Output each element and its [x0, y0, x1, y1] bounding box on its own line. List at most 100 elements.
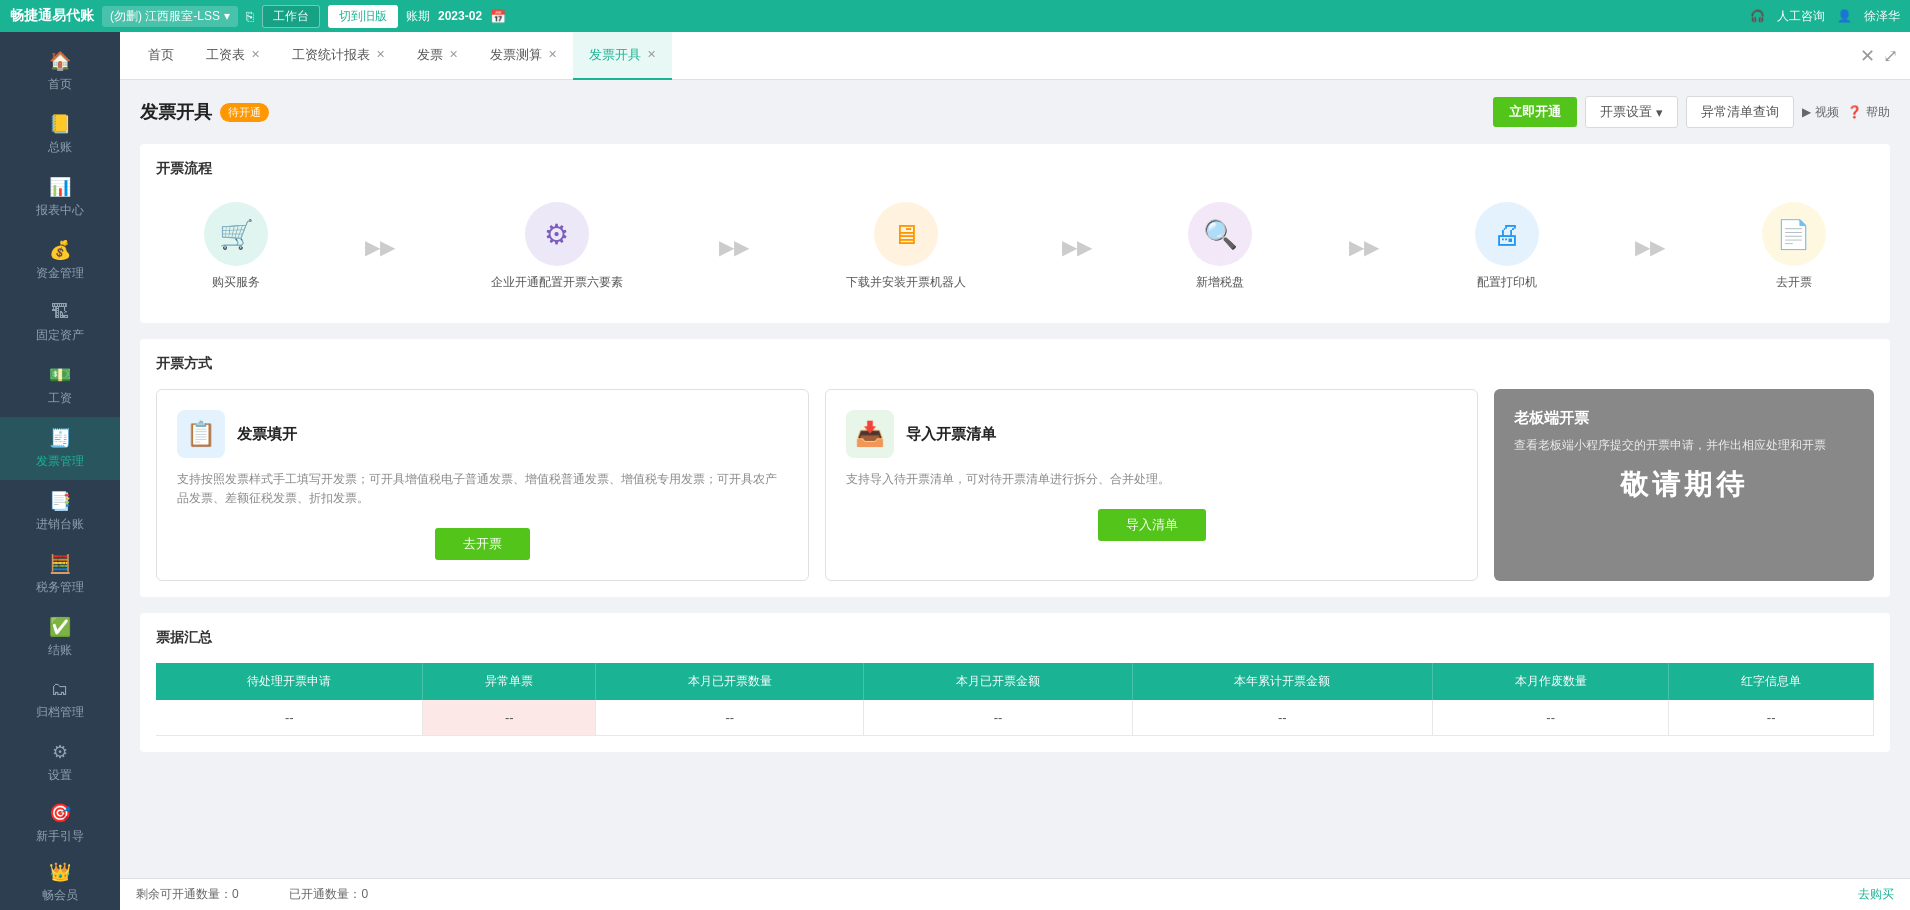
arrow4: ▶▶: [1349, 235, 1379, 259]
sidebar-item-newbie[interactable]: 🎯 新手引导: [0, 794, 120, 853]
sidebar-item-invoice-mgmt[interactable]: 🧾 发票管理: [0, 417, 120, 480]
process-step-config[interactable]: ⚙ 企业开通配置开票六要素: [491, 202, 623, 291]
tab-home-label: 首页: [148, 46, 174, 64]
col-red-info: 红字信息单: [1669, 663, 1874, 700]
sidebar-item-ledger[interactable]: 📒 总账: [0, 103, 120, 166]
sidebar-item-purchase[interactable]: 📑 进销台账: [0, 480, 120, 543]
col-year-amount: 本年累计开票金额: [1132, 663, 1432, 700]
top-bar-left: 畅捷通易代账 (勿删) 江西服室-LSS ▾ ⎘ 工作台 切到旧版 账期 202…: [10, 5, 506, 28]
method-card-old-terminal: 老板端开票 查看老板端小程序提交的开票申请，并作出相应处理和开票 敬请期待: [1494, 389, 1874, 581]
sidebar-item-tax[interactable]: 🧮 税务管理: [0, 543, 120, 606]
tab-restore-icon[interactable]: ⤢: [1883, 45, 1898, 67]
tab-salary[interactable]: 工资表 ✕: [190, 32, 276, 80]
page-title: 发票开具: [140, 100, 212, 124]
summary-table: 待处理开票申请 异常单票 本月已开票数量 本月已开票金额 本年累计开票金额 本月…: [156, 663, 1874, 736]
sidebar-item-salary[interactable]: 💵 工资: [0, 354, 120, 417]
process-step-taxdisk[interactable]: 🔍 新增税盘: [1188, 202, 1252, 291]
cell-month-amount: --: [864, 700, 1132, 736]
sidebar-label-purchase: 进销台账: [36, 516, 84, 533]
tab-invoice-tool[interactable]: 发票开具 ✕: [573, 32, 672, 80]
cell-pending: --: [156, 700, 423, 736]
manual-icon: 📋: [177, 410, 225, 458]
chevron-down-icon2: ▾: [1656, 105, 1663, 120]
process-section: 开票流程 🛒 购买服务 ▶▶ ⚙ 企业开通配置开票六要素: [140, 144, 1890, 323]
calendar-icon[interactable]: 📅: [490, 9, 506, 24]
period-label: 账期: [406, 8, 430, 25]
sidebar-item-home[interactable]: 🏠 首页: [0, 40, 120, 103]
buy-link[interactable]: 去购买: [1858, 886, 1894, 903]
chevron-down-icon: ▾: [224, 9, 230, 23]
config-enterprise-icon-wrap: ⚙: [525, 202, 589, 266]
top-bar-right: 🎧 人工咨询 👤 徐泽华: [1750, 8, 1900, 25]
tab-invoice[interactable]: 发票 ✕: [401, 32, 474, 80]
sidebar-label-assets: 固定资产: [36, 327, 84, 344]
sidebar-item-archive[interactable]: 🗂 归档管理: [0, 669, 120, 731]
ticket-settings-label: 开票设置: [1600, 103, 1652, 121]
old-terminal-header: 老板端开票 查看老板端小程序提交的开票申请，并作出相应处理和开票: [1514, 409, 1854, 455]
abnormal-list-button[interactable]: 异常清单查询: [1686, 96, 1794, 128]
header-help[interactable]: ▶ 视频: [1802, 104, 1839, 121]
goto-invoice-button[interactable]: 去开票: [435, 528, 530, 560]
avatar-icon: 👤: [1837, 9, 1852, 23]
sidebar-item-settings[interactable]: ⚙ 设置: [0, 731, 120, 794]
main-layout: 🏠 首页 📒 总账 📊 报表中心 💰 资金管理 🏗 固定资产 💵 工资 🧾 发票…: [0, 32, 1910, 910]
workspace-button[interactable]: 工作台: [262, 5, 320, 28]
old-terminal-desc: 查看老板端小程序提交的开票申请，并作出相应处理和开票: [1514, 436, 1854, 455]
tab-invoice-calc[interactable]: 发票测算 ✕: [474, 32, 573, 80]
tab-salary-report[interactable]: 工资统计报表 ✕: [276, 32, 401, 80]
tab-salary-label: 工资表: [206, 46, 245, 64]
summary-title: 票据汇总: [156, 629, 1874, 647]
process-section-title: 开票流程: [156, 160, 1874, 178]
sidebar-item-assets[interactable]: 🏗 固定资产: [0, 292, 120, 354]
import-list-button[interactable]: 导入清单: [1098, 509, 1206, 541]
cell-abnormal: --: [423, 700, 596, 736]
sidebar-item-member[interactable]: 👑 畅会员: [0, 853, 120, 910]
tab-invoice-calc-close[interactable]: ✕: [548, 48, 557, 61]
make-invoice-icon-wrap: 📄: [1762, 202, 1826, 266]
tab-close-all-icon[interactable]: ✕: [1860, 45, 1875, 67]
header-actions: 立即开通 开票设置 ▾ 异常清单查询 ▶ 视频 ❓ 帮助: [1493, 96, 1890, 128]
arrow3: ▶▶: [1062, 235, 1092, 259]
tab-home[interactable]: 首页: [132, 32, 190, 80]
process-step-make[interactable]: 📄 去开票: [1762, 202, 1826, 291]
config-enterprise-icon: ⚙: [544, 218, 569, 251]
newbie-icon: 🎯: [49, 802, 71, 824]
tab-salary-close[interactable]: ✕: [251, 48, 260, 61]
company-selector[interactable]: (勿删) 江西服室-LSS ▾: [102, 6, 238, 27]
config-enterprise-label: 企业开通配置开票六要素: [491, 274, 623, 291]
sidebar-label-archive: 归档管理: [36, 704, 84, 721]
tab-invoice-tool-close[interactable]: ✕: [647, 48, 656, 61]
buy-service-icon-wrap: 🛒: [204, 202, 268, 266]
config-printer-label: 配置打印机: [1477, 274, 1537, 291]
sidebar-bottom: 🎯 新手引导 👑 畅会员: [0, 794, 120, 910]
funds-icon: 💰: [49, 239, 71, 261]
add-taxdisk-icon: 🔍: [1203, 218, 1238, 251]
reports-icon: 📊: [49, 176, 71, 198]
bottom-left: 剩余可开通数量：0 已开通数量：0: [136, 886, 368, 903]
process-step-buy[interactable]: 🛒 购买服务: [204, 202, 268, 291]
sidebar-item-funds[interactable]: 💰 资金管理: [0, 229, 120, 292]
process-step-download[interactable]: 🖥 下载并安装开票机器人: [846, 202, 966, 291]
coming-soon-text: 敬请期待: [1620, 466, 1748, 504]
sidebar-label-newbie: 新手引导: [36, 828, 84, 845]
user-service-label[interactable]: 人工咨询: [1777, 8, 1825, 25]
video-icon: ▶: [1802, 105, 1811, 119]
page-title-row: 发票开具 待开通: [140, 100, 269, 124]
import-title: 导入开票清单: [906, 425, 996, 444]
ledger-icon: 📒: [49, 113, 71, 135]
switch-old-button[interactable]: 切到旧版: [328, 5, 398, 28]
assets-icon: 🏗: [51, 302, 69, 323]
settings-icon: ⚙: [52, 741, 68, 763]
process-step-printer[interactable]: 🖨 配置打印机: [1475, 202, 1539, 291]
purchase-icon: 📑: [49, 490, 71, 512]
header-help2[interactable]: ❓ 帮助: [1847, 104, 1890, 121]
sidebar-item-reports[interactable]: 📊 报表中心: [0, 166, 120, 229]
immediate-open-button[interactable]: 立即开通: [1493, 97, 1577, 127]
add-taxdisk-icon-wrap: 🔍: [1188, 202, 1252, 266]
ticket-settings-button[interactable]: 开票设置 ▾: [1585, 96, 1678, 128]
copy-icon[interactable]: ⎘: [246, 9, 254, 24]
download-robot-icon: 🖥: [892, 218, 920, 251]
tab-invoice-close[interactable]: ✕: [449, 48, 458, 61]
tab-salary-report-close[interactable]: ✕: [376, 48, 385, 61]
sidebar-item-settlement[interactable]: ✅ 结账: [0, 606, 120, 669]
